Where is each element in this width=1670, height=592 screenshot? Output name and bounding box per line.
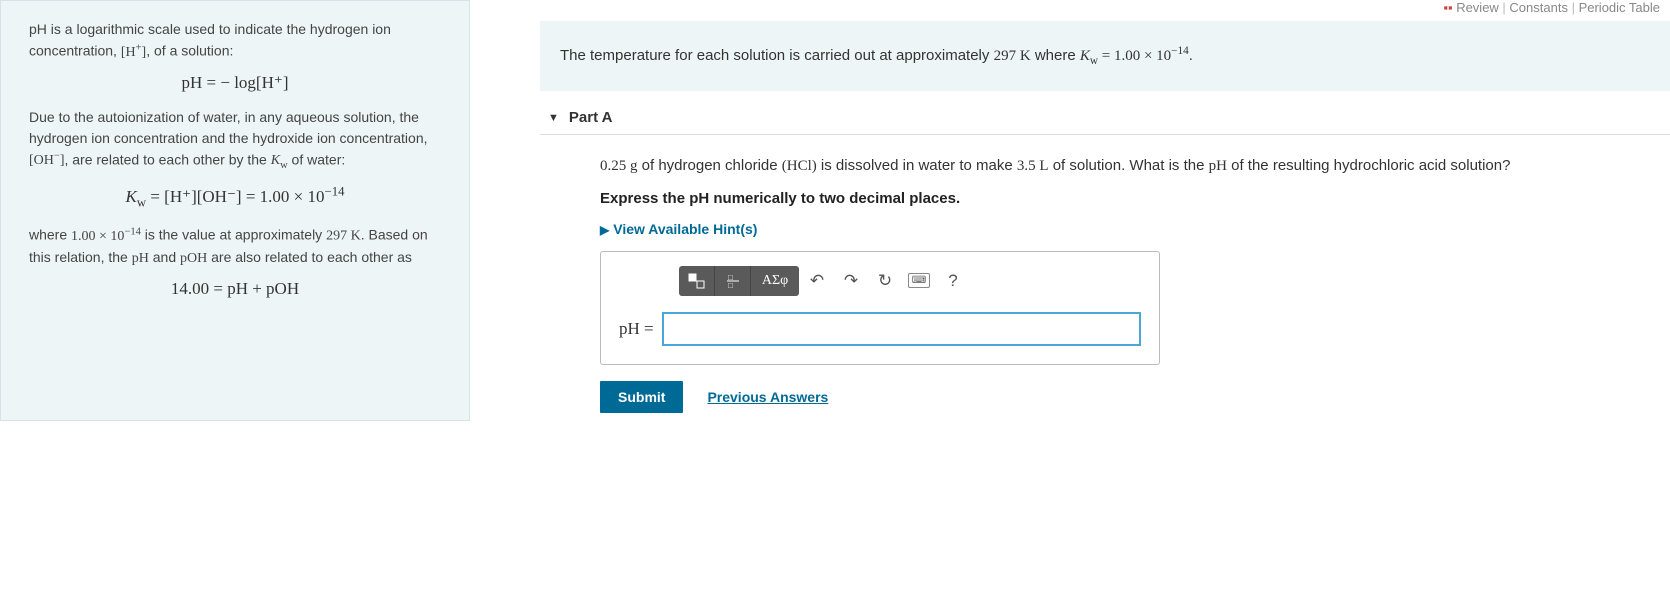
periodic-table-icon: ▪▪: [1443, 0, 1452, 15]
context-box: The temperature for each solution is car…: [540, 21, 1670, 91]
info-sidebar: pH is a logarithmic scale used to indica…: [0, 0, 470, 421]
view-hints-button[interactable]: ▶View Available Hint(s): [600, 221, 1662, 237]
part-a-body: 0.25 g of hydrogen chloride (HCl) is dis…: [540, 135, 1670, 421]
help-button[interactable]: ?: [937, 266, 969, 296]
formula-ph-poh: 14.00 = pH + pOH: [29, 279, 441, 299]
sidebar-p3: where 1.00 × 10−14 is the value at appro…: [29, 224, 441, 269]
undo-button[interactable]: ↶: [801, 266, 833, 296]
part-label: Part A: [569, 109, 613, 126]
formula-kw: Kw = [H⁺][OH⁻] = 1.00 × 10−14: [29, 184, 441, 210]
main-content: ▪▪ Review | Constants | Periodic Table T…: [470, 0, 1670, 421]
reset-button[interactable]: ↻: [869, 266, 901, 296]
top-links: ▪▪ Review | Constants | Periodic Table: [540, 0, 1670, 21]
part-a-header[interactable]: ▼ Part A: [540, 91, 1670, 135]
sidebar-p2: Due to the autoionization of water, in a…: [29, 107, 441, 174]
svg-text:□: □: [728, 281, 733, 289]
fraction-button[interactable]: □□: [715, 266, 751, 296]
keyboard-button[interactable]: ⌨: [903, 266, 935, 296]
caret-down-icon: ▼: [548, 112, 559, 124]
answer-box: x □□ ΑΣφ ↶ ↷ ↻ ⌨ ? pH =: [600, 251, 1160, 365]
review-link[interactable]: Review: [1456, 0, 1499, 15]
formula-ph: pH = − log[H⁺]: [29, 73, 441, 93]
template-button[interactable]: x: [679, 266, 715, 296]
svg-text:x: x: [690, 274, 694, 283]
periodic-table-link[interactable]: Periodic Table: [1579, 0, 1660, 15]
redo-button[interactable]: ↷: [835, 266, 867, 296]
submit-button[interactable]: Submit: [600, 381, 683, 413]
answer-input[interactable]: [662, 312, 1141, 346]
constants-link[interactable]: Constants: [1509, 0, 1568, 15]
instruction-text: Express the pH numerically to two decima…: [600, 190, 1662, 207]
question-text: 0.25 g of hydrogen chloride (HCl) is dis…: [600, 155, 1662, 178]
previous-answers-link[interactable]: Previous Answers: [707, 389, 828, 405]
greek-button[interactable]: ΑΣφ: [751, 266, 799, 296]
chevron-right-icon: ▶: [600, 223, 609, 237]
equation-toolbar: x □□ ΑΣφ ↶ ↷ ↻ ⌨ ?: [679, 266, 1141, 296]
sidebar-p1: pH is a logarithmic scale used to indica…: [29, 19, 441, 63]
answer-label: pH =: [619, 319, 654, 339]
